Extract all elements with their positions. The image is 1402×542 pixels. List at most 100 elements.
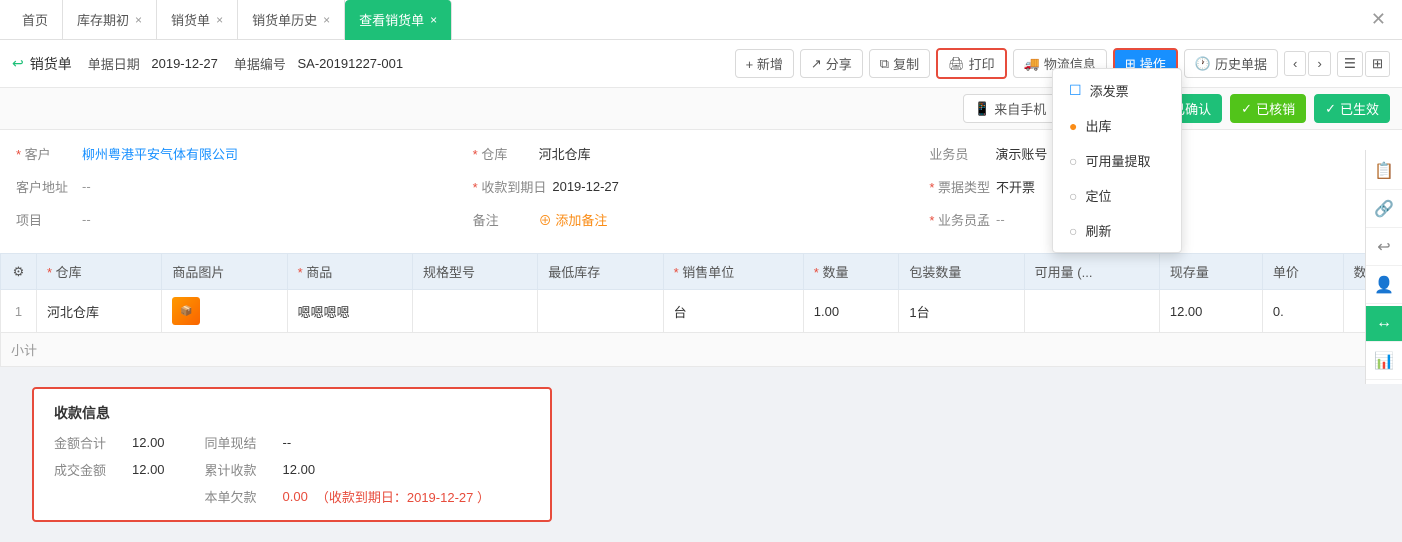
row-min-stock	[538, 290, 663, 333]
dropdown-locate[interactable]: ○ 定位	[1053, 178, 1181, 213]
row-price: 0.	[1262, 290, 1343, 333]
tab-inventory[interactable]: 库存期初 ×	[63, 0, 157, 40]
customer-field: 客户 柳州粤港平安气体有限公司	[16, 142, 473, 165]
tab-close-inventory[interactable]: ×	[135, 13, 142, 27]
sidebar-icon-1[interactable]: 📋	[1366, 154, 1402, 190]
print-icon: 🖨	[948, 56, 965, 72]
deal-value: 12.00	[132, 462, 165, 477]
sidebar-icon-2[interactable]: 🔗	[1366, 192, 1402, 228]
tab-view-sales[interactable]: 查看销货单 ×	[345, 0, 452, 40]
form-fields: 客户 柳州粤港平安气体有限公司 仓库 河北仓库 业务员 演示账号 客户地址 --…	[0, 130, 1402, 253]
locate-icon: ○	[1069, 188, 1077, 204]
remark-label: 备注	[473, 210, 533, 229]
table-header-row: ⚙ * 仓库 商品图片 * 商品 规格型号 最低库存 * 销售单位 * 数量 包…	[1, 254, 1402, 290]
col-settings[interactable]: ⚙	[1, 254, 37, 290]
available-qty-icon: ○	[1069, 153, 1077, 169]
new-button[interactable]: + 新增	[735, 49, 794, 78]
refresh-icon: ○	[1069, 223, 1077, 239]
payment-date-value: 2019-12-27	[546, 177, 625, 196]
accum-value: 12.00	[283, 462, 316, 477]
effect-button[interactable]: ✓ 已生效	[1314, 94, 1390, 123]
row-warehouse: 河北仓库	[37, 290, 162, 333]
print-button[interactable]: 🖨 打印	[936, 48, 1007, 79]
subtotal-label: 小计	[1, 333, 1402, 367]
tab-sales-history[interactable]: 销货单历史 ×	[238, 0, 345, 40]
remark-field: 备注 ⊕ 添加备注	[473, 208, 930, 231]
accum-label: 累计收款	[205, 460, 275, 479]
owe-value: 0.00	[283, 489, 308, 504]
row-unit: 台	[663, 290, 803, 333]
form-date-label: 单据日期 2019-12-27	[88, 54, 218, 73]
view-icons: ☰ ⊞	[1337, 51, 1390, 77]
staff-value: 演示账号	[989, 142, 1053, 165]
col-product: * 商品	[287, 254, 412, 290]
payment-col-left: 金额合计 12.00 成交金额 12.00	[54, 433, 165, 506]
project-field: 项目 --	[16, 210, 473, 229]
col-warehouse: * 仓库	[37, 254, 162, 290]
same-order-label: 同单现结	[205, 433, 275, 452]
share-icon: ↗	[811, 56, 822, 72]
subtotal-row: 小计	[1, 333, 1402, 367]
row-number: 1	[1, 290, 37, 333]
col-min-stock: 最低库存	[538, 254, 663, 290]
col-available: 可用量 (...	[1024, 254, 1159, 290]
copy-button[interactable]: ⧉ 复制	[869, 49, 930, 78]
tab-close-sales-history[interactable]: ×	[323, 13, 330, 27]
prev-button[interactable]: ‹	[1284, 51, 1306, 76]
owe-label: 本单欠款	[205, 487, 275, 506]
product-image: 📦	[172, 297, 200, 325]
list-view-button[interactable]: ☰	[1337, 51, 1363, 77]
from-phone-button[interactable]: 📱 来自手机	[963, 94, 1057, 123]
form-number-value: SA-20191227-001	[298, 56, 404, 71]
form-title-icon: ↩	[12, 55, 24, 72]
tab-bar: 首页 库存期初 × 销货单 × 销货单历史 × 查看销货单 × ✕	[0, 0, 1402, 40]
grid-view-button[interactable]: ⊞	[1365, 51, 1390, 77]
toolbar-row: 📱 来自手机 未开票 ✓ 已确认 ✓ 已核销 ✓ 已生效	[0, 88, 1402, 130]
total-label: 金额合计	[54, 433, 124, 452]
col-image: 商品图片	[162, 254, 287, 290]
payment-date-field: 收款到期日 2019-12-27	[473, 177, 930, 196]
tab-sales[interactable]: 销货单 ×	[157, 0, 238, 40]
sidebar-icon-4[interactable]: 👤	[1366, 268, 1402, 304]
effect-icon: ✓	[1325, 101, 1336, 117]
form-title-text: 销货单	[30, 54, 72, 74]
project-label: 项目	[16, 210, 76, 229]
next-button[interactable]: ›	[1308, 51, 1330, 76]
ticket-value: 不开票	[990, 175, 1041, 198]
warehouse-value: 河北仓库	[533, 142, 597, 165]
history-icon: 🕐	[1195, 56, 1211, 72]
truck-icon: 🚚	[1024, 56, 1040, 72]
tab-close-view-sales[interactable]: ×	[430, 13, 437, 27]
tab-close-sales[interactable]: ×	[216, 13, 223, 27]
col-pkg-qty: 包装数量	[899, 254, 1024, 290]
phone-icon: 📱	[974, 101, 990, 117]
share-button[interactable]: ↗ 分享	[800, 49, 863, 78]
out-warehouse-icon: ●	[1069, 118, 1077, 134]
same-order-row: 同单现结 --	[205, 433, 490, 452]
row-qty: 1.00	[803, 290, 899, 333]
sidebar-icon-3[interactable]: ↩	[1366, 230, 1402, 266]
dropdown-out-warehouse[interactable]: ● 出库	[1053, 108, 1181, 143]
history-button[interactable]: 🕐 历史单据	[1184, 49, 1278, 78]
customer-value[interactable]: 柳州粤港平安气体有限公司	[76, 142, 244, 165]
payment-date-label: 收款到期日	[473, 177, 547, 196]
dropdown-refresh[interactable]: ○ 刷新	[1053, 213, 1181, 248]
total-value: 12.00	[132, 435, 165, 450]
plus-icon: ⊕	[539, 213, 552, 228]
sidebar-icon-5[interactable]: ↔	[1366, 306, 1402, 342]
tab-home[interactable]: 首页	[8, 0, 63, 40]
payment-col-right: 同单现结 -- 累计收款 12.00 本单欠款 0.00 （收款到期日：2019…	[205, 433, 490, 506]
dropdown-add-invoice[interactable]: ☐ 添发票	[1053, 73, 1181, 108]
row-pkg-qty: 1台	[899, 290, 1024, 333]
project-value: --	[76, 210, 97, 229]
right-sidebar: 📋 🔗 ↩ 👤 ↔ 📊	[1365, 150, 1402, 384]
form-title-group: ↩ 销货单	[12, 54, 72, 74]
sidebar-icon-6[interactable]: 📊	[1366, 344, 1402, 380]
deal-row: 成交金额 12.00	[54, 460, 165, 479]
dropdown-available-qty[interactable]: ○ 可用量提取	[1053, 143, 1181, 178]
ticket-label: 票据类型	[929, 177, 990, 196]
col-spec: 规格型号	[412, 254, 537, 290]
add-remark-button[interactable]: ⊕ 添加备注	[533, 208, 614, 231]
window-close-button[interactable]: ✕	[1363, 9, 1394, 30]
sold-button[interactable]: ✓ 已核销	[1230, 94, 1306, 123]
